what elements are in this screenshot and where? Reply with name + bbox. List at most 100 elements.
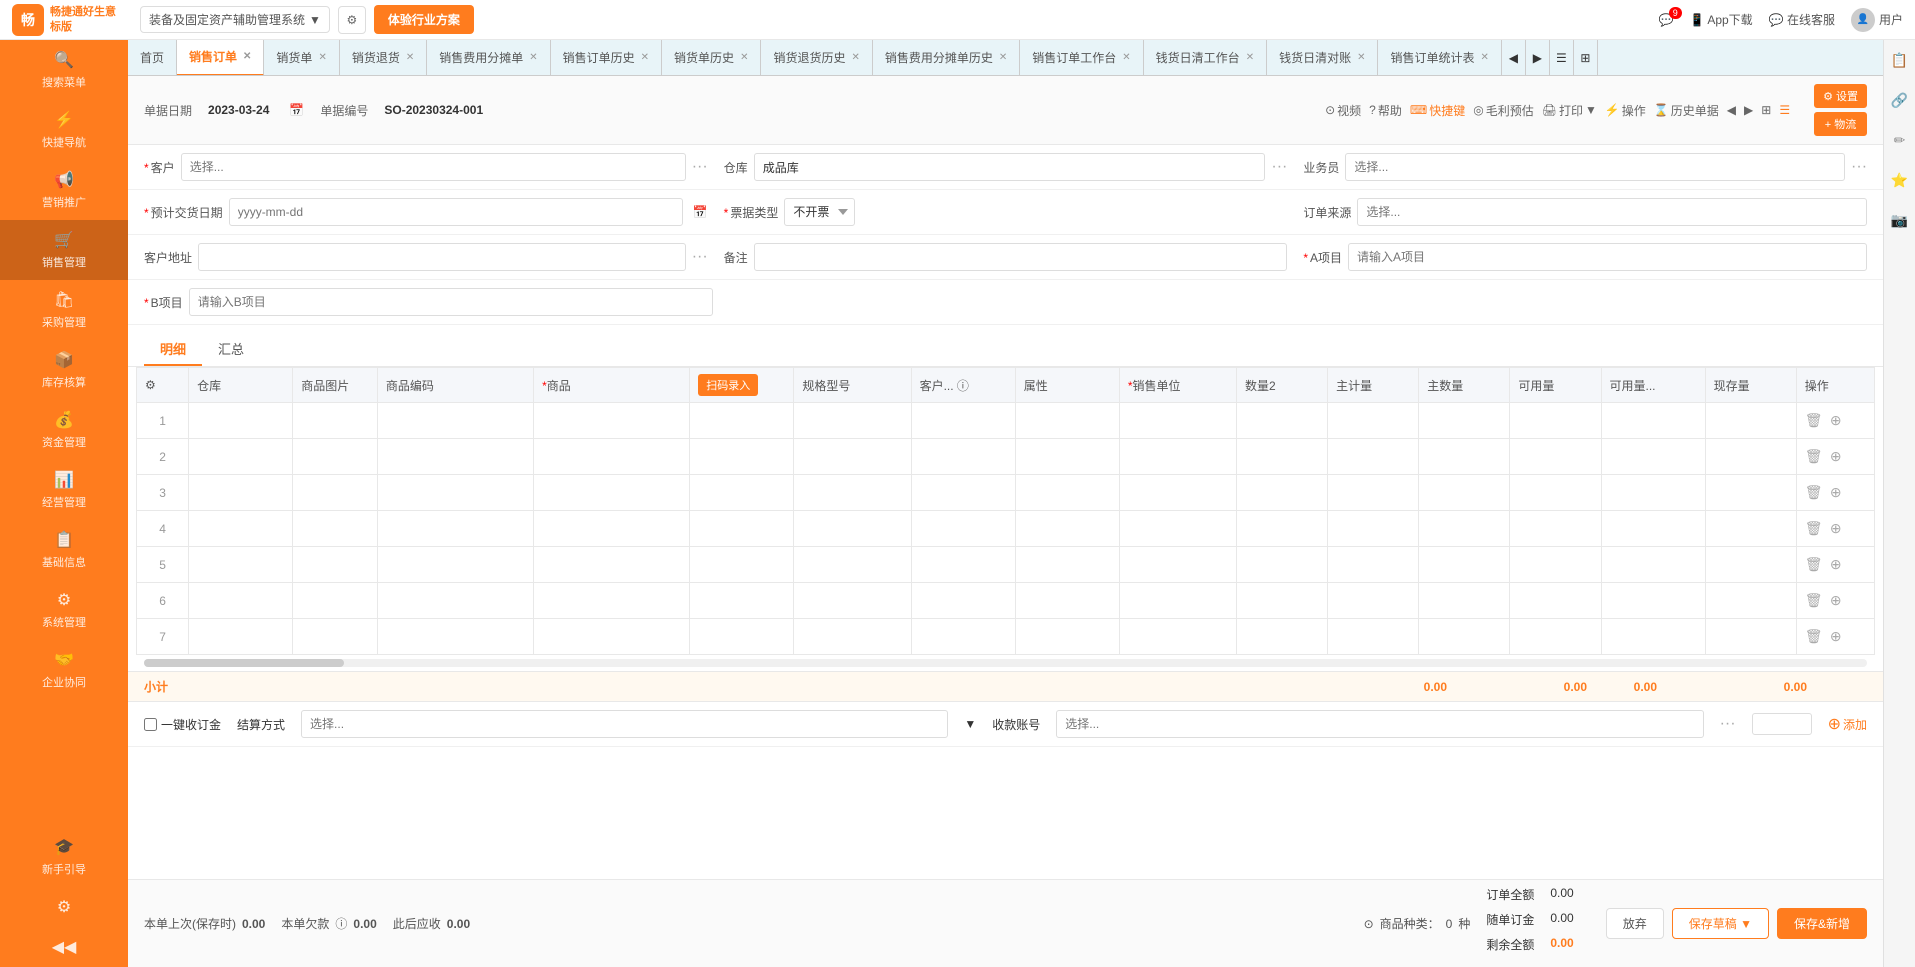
note-input[interactable] — [754, 243, 1288, 271]
sidebar-item-shortcut[interactable]: ⚡ 快捷导航 — [0, 100, 128, 160]
row-5-scan[interactable] — [690, 547, 794, 583]
system-select[interactable]: 装备及固定资产辅助管理系统 ▼ — [140, 6, 330, 33]
sidebar-item-search[interactable]: 🔍 搜索菜单 — [0, 40, 128, 100]
customer-address-input[interactable] — [198, 243, 686, 271]
row-7-available2[interactable] — [1601, 619, 1705, 655]
row-4-code[interactable] — [377, 511, 533, 547]
row-2-warehouse[interactable] — [189, 439, 293, 475]
row-3-img[interactable] — [293, 475, 378, 511]
row-6-available2[interactable] — [1601, 583, 1705, 619]
tab-daily-workbench-close[interactable]: ✕ — [1246, 52, 1254, 63]
row-6-copy-icon[interactable]: ⊕ — [1830, 592, 1842, 608]
tab-sales-return[interactable]: 销货退货 ✕ — [340, 40, 427, 76]
tab-sales-invoice[interactable]: 销货单 ✕ — [264, 40, 339, 76]
row-7-delete-icon[interactable]: 🗑 — [1805, 628, 1823, 644]
row-3-main-unit[interactable] — [1328, 475, 1419, 511]
scroll-thumb[interactable] — [144, 659, 344, 667]
customer-input[interactable] — [181, 153, 686, 181]
rs-camera-icon[interactable]: 📷 — [1888, 208, 1912, 232]
th-settings[interactable]: ⚙ — [137, 368, 189, 403]
row-7-copy-icon[interactable]: ⊕ — [1830, 628, 1842, 644]
row-1-scan[interactable] — [690, 403, 794, 439]
sidebar-item-guide[interactable]: 🎓 新手引导 — [0, 827, 128, 887]
tab-sales-report[interactable]: 销售订单统计表 ✕ — [1378, 40, 1501, 76]
delivery-date-input[interactable] — [229, 198, 683, 226]
sidebar-item-management[interactable]: 📊 经营管理 — [0, 460, 128, 520]
row-2-scan[interactable] — [690, 439, 794, 475]
tab-daily-reconcile-close[interactable]: ✕ — [1357, 52, 1365, 63]
tab-detail[interactable]: 明细 — [144, 333, 202, 366]
tab-daily-reconcile[interactable]: 钱货日清对账 ✕ — [1267, 40, 1378, 76]
sidebar-item-sales[interactable]: 🛒 销售管理 — [0, 220, 128, 280]
calendar-icon[interactable]: 📅 — [289, 103, 304, 117]
tab-return-history-close[interactable]: ✕ — [851, 52, 859, 63]
salesperson-input[interactable] — [1345, 153, 1845, 181]
row-4-scan[interactable] — [690, 511, 794, 547]
row-6-attr[interactable] — [1015, 583, 1119, 619]
row-3-available[interactable] — [1510, 475, 1601, 511]
row-4-available2[interactable] — [1601, 511, 1705, 547]
sidebar-item-finance[interactable]: 💰 资金管理 — [0, 400, 128, 460]
rs-clipboard-icon[interactable]: 📋 — [1888, 48, 1912, 72]
row-4-customer[interactable] — [911, 511, 1015, 547]
row-6-warehouse[interactable] — [189, 583, 293, 619]
row-2-product[interactable] — [534, 439, 690, 475]
tab-home[interactable]: 首页 — [128, 40, 177, 76]
row-1-spec[interactable] — [794, 403, 911, 439]
row-4-available[interactable] — [1510, 511, 1601, 547]
row-5-stock[interactable] — [1705, 547, 1796, 583]
row-3-copy-icon[interactable]: ⊕ — [1830, 484, 1842, 500]
add-material-button[interactable]: + 物流 — [1814, 112, 1867, 136]
row-4-unit[interactable] — [1119, 511, 1236, 547]
rs-edit-icon[interactable]: ✏ — [1888, 128, 1912, 152]
row-5-available2[interactable] — [1601, 547, 1705, 583]
row-3-warehouse[interactable] — [189, 475, 293, 511]
row-5-delete-icon[interactable]: 🗑 — [1805, 556, 1823, 572]
row-1-main-unit[interactable] — [1328, 403, 1419, 439]
notification-area[interactable]: 💬 9 — [1659, 13, 1674, 27]
a-project-input[interactable] — [1348, 243, 1867, 271]
row-1-copy-icon[interactable]: ⊕ — [1830, 412, 1842, 428]
row-4-qty2[interactable] — [1237, 511, 1328, 547]
row-3-unit[interactable] — [1119, 475, 1236, 511]
row-7-spec[interactable] — [794, 619, 911, 655]
save-new-button[interactable]: 保存&新增 — [1777, 908, 1867, 939]
row-6-delete-icon[interactable]: 🗑 — [1805, 592, 1823, 608]
online-service-link[interactable]: 💬 在线客服 — [1769, 11, 1835, 28]
row-6-qty2[interactable] — [1237, 583, 1328, 619]
row-6-main-unit[interactable] — [1328, 583, 1419, 619]
list-view-action[interactable]: ☰ — [1779, 103, 1790, 117]
row-1-warehouse[interactable] — [189, 403, 293, 439]
settings-button[interactable]: ⚙ 设置 — [1814, 84, 1867, 108]
row-7-code[interactable] — [377, 619, 533, 655]
row-5-main-qty[interactable] — [1419, 547, 1510, 583]
row-7-main-qty[interactable] — [1419, 619, 1510, 655]
address-expand-icon[interactable]: ··· — [692, 248, 708, 266]
row-7-product[interactable] — [534, 619, 690, 655]
settings-icon[interactable]: ⚙ — [338, 6, 366, 34]
discard-button[interactable]: 放弃 — [1606, 908, 1664, 939]
row-5-code[interactable] — [377, 547, 533, 583]
row-3-delete-icon[interactable]: 🗑 — [1805, 484, 1823, 500]
warehouse-input[interactable] — [754, 153, 1266, 181]
row-1-qty2[interactable] — [1237, 403, 1328, 439]
row-2-unit[interactable] — [1119, 439, 1236, 475]
row-6-code[interactable] — [377, 583, 533, 619]
save-draft-arrow-icon[interactable]: ▼ — [1740, 917, 1752, 931]
tab-daily-workbench[interactable]: 钱货日清工作台 ✕ — [1144, 40, 1267, 76]
row-5-attr[interactable] — [1015, 547, 1119, 583]
row-2-customer[interactable] — [911, 439, 1015, 475]
scan-button[interactable]: 扫码录入 — [698, 374, 758, 396]
profit-action[interactable]: ◎ 毛利预估 — [1473, 102, 1534, 119]
user-area[interactable]: 👤 用户 — [1851, 8, 1903, 32]
warehouse-expand-icon[interactable]: ··· — [1271, 158, 1287, 176]
view-action[interactable]: ⊙ 视频 — [1325, 102, 1361, 119]
shortcut-action[interactable]: ⌨ 快捷键 — [1410, 102, 1465, 119]
row-6-available[interactable] — [1510, 583, 1601, 619]
row-2-delete-icon[interactable]: 🗑 — [1805, 448, 1823, 464]
customer-expand-icon[interactable]: ··· — [692, 158, 708, 176]
tab-sales-order-history-close[interactable]: ✕ — [641, 52, 649, 63]
payment-method-input[interactable] — [301, 710, 948, 738]
row-2-code[interactable] — [377, 439, 533, 475]
row-6-main-qty[interactable] — [1419, 583, 1510, 619]
